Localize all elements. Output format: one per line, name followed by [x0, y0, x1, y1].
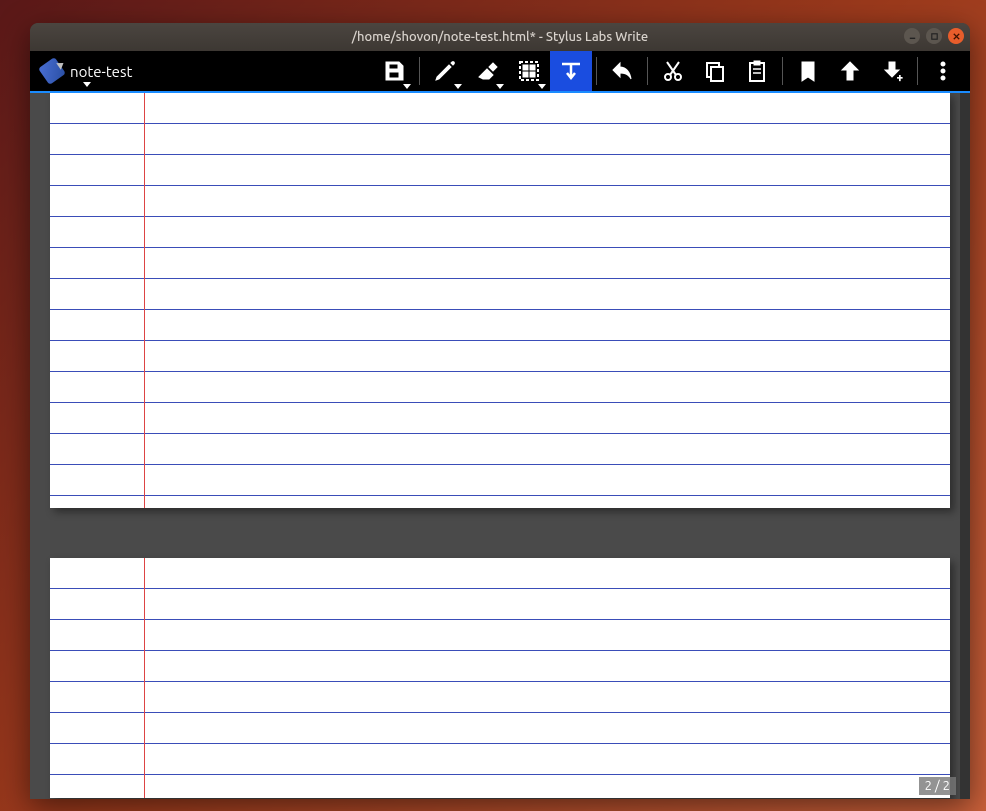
minimize-icon — [908, 32, 917, 41]
pen-icon — [433, 59, 457, 83]
app-window: /home/shovon/note-test.html* - Stylus La… — [30, 23, 970, 799]
chevron-down-icon — [496, 84, 504, 89]
canvas-area[interactable]: 2 / 2 — [30, 93, 970, 799]
bookmark-icon — [796, 59, 820, 83]
next-page-button[interactable]: + — [871, 51, 913, 91]
insert-space-icon — [559, 59, 583, 83]
save-icon — [382, 59, 406, 83]
bookmark-button[interactable] — [787, 51, 829, 91]
undo-icon — [610, 59, 634, 83]
select-icon — [517, 59, 541, 83]
arrow-down-add-icon: + — [880, 59, 904, 83]
pen-tool-button[interactable] — [424, 51, 466, 91]
separator — [917, 57, 918, 85]
undo-button[interactable] — [601, 51, 643, 91]
close-icon — [952, 32, 961, 41]
close-button[interactable] — [948, 28, 964, 44]
window-controls — [904, 28, 964, 44]
cut-button[interactable] — [652, 51, 694, 91]
separator — [419, 57, 420, 85]
page-2[interactable] — [50, 558, 950, 798]
eraser-tool-button[interactable] — [466, 51, 508, 91]
separator — [647, 57, 648, 85]
copy-icon — [703, 59, 727, 83]
app-icon — [38, 57, 66, 85]
minimize-button[interactable] — [904, 28, 920, 44]
cut-icon — [661, 59, 685, 83]
separator — [782, 57, 783, 85]
arrow-up-icon — [838, 59, 862, 83]
svg-text:+: + — [897, 72, 903, 83]
insert-space-button[interactable] — [550, 51, 592, 91]
prev-page-button[interactable] — [829, 51, 871, 91]
eraser-icon — [475, 59, 499, 83]
overflow-menu-button[interactable] — [922, 51, 964, 91]
copy-button[interactable] — [694, 51, 736, 91]
chevron-down-icon — [454, 84, 462, 89]
document-name: note-test — [70, 63, 132, 80]
maximize-button[interactable] — [926, 28, 942, 44]
separator — [596, 57, 597, 85]
page-1[interactable] — [50, 93, 950, 508]
chevron-down-icon — [538, 84, 546, 89]
titlebar[interactable]: /home/shovon/note-test.html* - Stylus La… — [30, 23, 970, 51]
document-tab[interactable]: note-test — [36, 61, 138, 81]
window-title: /home/shovon/note-test.html* - Stylus La… — [352, 30, 648, 44]
toolbar: note-test — [30, 51, 970, 93]
chevron-down-icon — [83, 82, 91, 87]
chevron-down-icon — [403, 84, 411, 89]
select-tool-button[interactable] — [508, 51, 550, 91]
kebab-icon — [931, 59, 955, 83]
paste-button[interactable] — [736, 51, 778, 91]
page-indicator: 2 / 2 — [919, 777, 956, 795]
vertical-scrollbar[interactable] — [960, 93, 970, 799]
maximize-icon — [930, 32, 939, 41]
paste-icon — [745, 59, 769, 83]
save-button[interactable] — [373, 51, 415, 91]
